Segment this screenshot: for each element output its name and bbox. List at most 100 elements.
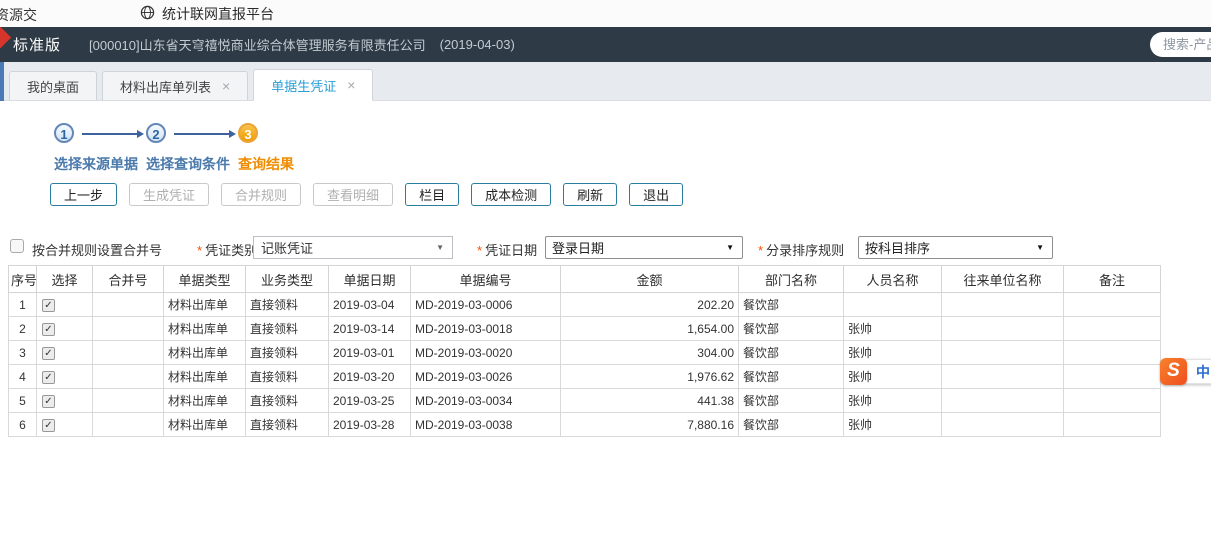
col-header-memo: 备注 <box>1063 265 1161 293</box>
bookmark-label: 统计联网直报平台 <box>162 6 274 22</box>
cell-dept: 餐饮部 <box>738 412 844 437</box>
col-header-doc-date: 单据日期 <box>328 265 411 293</box>
bookmark-item[interactable]: 统计联网直报平台 <box>140 4 274 24</box>
cell-seq: 4 <box>8 364 37 389</box>
cell-memo <box>1063 292 1161 317</box>
cell-seq: 1 <box>8 292 37 317</box>
search-input[interactable] <box>1150 32 1211 57</box>
cell-biz-type: 直接领料 <box>245 364 329 389</box>
cost-check-button[interactable]: 成本检测 <box>471 183 552 206</box>
cell-doc-type: 材料出库单 <box>163 412 246 437</box>
cell-merge-no <box>92 388 164 413</box>
chevron-down-icon: ▼ <box>1036 243 1044 252</box>
voucher-date-value: 登录日期 <box>552 241 605 256</box>
tab-label: 我的桌面 <box>27 79 80 95</box>
cell-merge-no <box>92 364 164 389</box>
voucher-type-select[interactable]: 记账凭证 ▼ <box>253 236 453 259</box>
bookmark-partial-label[interactable]: 资源交 <box>0 5 37 25</box>
cell-doc-date: 2019-03-25 <box>328 388 411 413</box>
cell-amount: 1,976.62 <box>560 364 739 389</box>
table-row: 4 ✓ 材料出库单 直接领料 2019-03-20 MD-2019-03-002… <box>8 364 1161 389</box>
merge-rule-checkbox[interactable] <box>10 239 24 253</box>
voucher-date-select[interactable]: 登录日期 ▼ <box>545 236 743 259</box>
row-checkbox[interactable]: ✓ <box>42 322 55 336</box>
cell-dept: 餐饮部 <box>738 364 844 389</box>
voucher-type-value: 记账凭证 <box>261 241 314 256</box>
cell-biz-type: 直接领料 <box>245 412 329 437</box>
cell-partner <box>941 292 1064 317</box>
toolbar: 上一步 生成凭证 合并规则 查看明细 栏目 成本检测 刷新 退出 <box>50 183 684 206</box>
cell-memo <box>1063 364 1161 389</box>
cell-biz-type: 直接领料 <box>245 316 329 341</box>
cell-dept: 餐饮部 <box>738 340 844 365</box>
cell-partner <box>941 412 1064 437</box>
cell-select: ✓ <box>36 388 93 413</box>
required-mark: * <box>477 243 483 258</box>
cell-amount: 304.00 <box>560 340 739 365</box>
entry-sort-select[interactable]: 按科目排序 ▼ <box>858 236 1053 259</box>
app-logo-icon <box>0 26 12 49</box>
ime-mode-indicator[interactable]: 中 <box>1184 359 1211 384</box>
step-3-circle: 3 <box>238 123 258 143</box>
cell-doc-type: 材料出库单 <box>163 364 246 389</box>
cell-doc-type: 材料出库单 <box>163 316 246 341</box>
row-checkbox[interactable]: ✓ <box>42 394 55 408</box>
required-mark: * <box>197 243 203 258</box>
col-header-dept: 部门名称 <box>738 265 844 293</box>
tab-doc-to-voucher[interactable]: 单据生凭证 × <box>253 69 374 101</box>
cell-select: ✓ <box>36 340 93 365</box>
merge-rule-button: 合并规则 <box>221 183 302 206</box>
cell-doc-no: MD-2019-03-0038 <box>410 412 561 437</box>
chevron-down-icon: ▼ <box>726 243 734 252</box>
table-row: 5 ✓ 材料出库单 直接领料 2019-03-25 MD-2019-03-003… <box>8 388 1161 413</box>
close-icon[interactable]: × <box>347 78 355 92</box>
col-header-doc-type: 单据类型 <box>163 265 246 293</box>
cell-person: 张帅 <box>843 412 942 437</box>
close-icon[interactable]: × <box>222 79 230 93</box>
row-checkbox[interactable]: ✓ <box>42 346 55 360</box>
columns-button[interactable]: 栏目 <box>405 183 460 206</box>
cell-partner <box>941 364 1064 389</box>
arrow-right-icon <box>82 130 144 138</box>
view-detail-button: 查看明细 <box>313 183 394 206</box>
tab-label: 材料出库单列表 <box>120 79 212 95</box>
col-header-select: 选择 <box>36 265 93 293</box>
tab-material-outbound-list[interactable]: 材料出库单列表 × <box>102 71 249 101</box>
cell-amount: 7,880.16 <box>560 412 739 437</box>
browser-bookmarks-bar: 资源交 统计联网直报平台 <box>0 0 1211 27</box>
ime-widget[interactable]: S 中 <box>1160 358 1211 385</box>
refresh-button[interactable]: 刷新 <box>563 183 618 206</box>
cell-doc-type: 材料出库单 <box>163 292 246 317</box>
cell-person: 张帅 <box>843 316 942 341</box>
col-header-doc-no: 单据编号 <box>410 265 561 293</box>
col-header-amount: 金额 <box>560 265 739 293</box>
cell-person: 张帅 <box>843 364 942 389</box>
cell-seq: 6 <box>8 412 37 437</box>
merge-rule-checkbox-label[interactable]: 按合并规则设置合并号 <box>32 240 162 259</box>
row-checkbox[interactable]: ✓ <box>42 370 55 384</box>
tab-my-desktop[interactable]: 我的桌面 <box>9 71 98 101</box>
col-header-merge-no: 合并号 <box>92 265 164 293</box>
cell-person <box>843 292 942 317</box>
globe-icon <box>140 5 155 23</box>
app-header: 标准版 [000010]山东省天穹禧悦商业综合体管理服务有限责任公司 (2019… <box>0 26 1211 62</box>
cell-doc-date: 2019-03-20 <box>328 364 411 389</box>
entry-sort-label: * 分录排序规则 <box>758 243 845 258</box>
cell-seq: 2 <box>8 316 37 341</box>
sogou-logo-icon[interactable]: S <box>1160 358 1187 385</box>
cell-seq: 3 <box>8 340 37 365</box>
cell-seq: 5 <box>8 388 37 413</box>
prev-step-button[interactable]: 上一步 <box>50 183 118 206</box>
exit-button[interactable]: 退出 <box>629 183 684 206</box>
cell-doc-no: MD-2019-03-0006 <box>410 292 561 317</box>
table-row: 3 ✓ 材料出库单 直接领料 2019-03-01 MD-2019-03-002… <box>8 340 1161 365</box>
cell-memo <box>1063 412 1161 437</box>
cell-dept: 餐饮部 <box>738 292 844 317</box>
row-checkbox[interactable]: ✓ <box>42 418 55 432</box>
row-checkbox[interactable]: ✓ <box>42 298 55 312</box>
cell-merge-no <box>92 412 164 437</box>
voucher-type-label: * 凭证类别 <box>197 243 258 258</box>
cell-partner <box>941 388 1064 413</box>
cell-doc-no: MD-2019-03-0026 <box>410 364 561 389</box>
table-header-row: 序号 选择 合并号 单据类型 业务类型 单据日期 单据编号 金额 部门名称 人员… <box>8 265 1161 293</box>
